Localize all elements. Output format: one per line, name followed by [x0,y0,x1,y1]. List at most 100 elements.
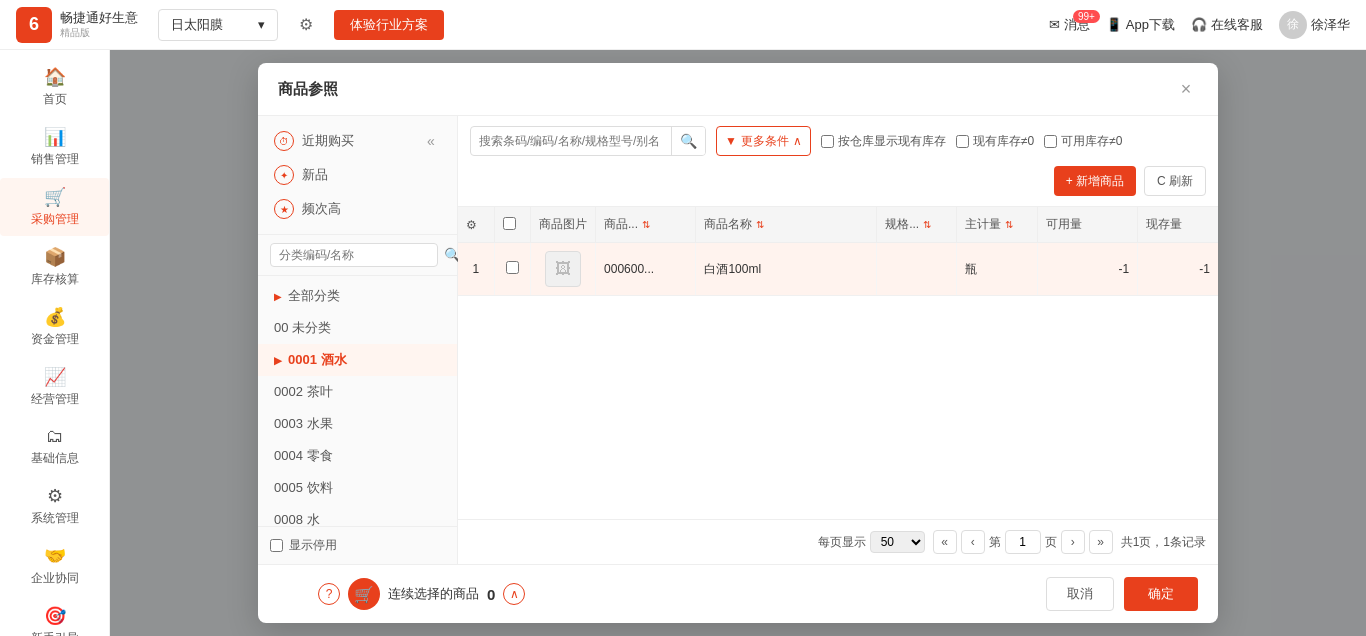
toolbar-right: + 新增商品 C 刷新 [1054,166,1206,196]
quick-item-new-label: 新品 [302,166,328,184]
logo-text: 畅捷通好生意 精品版 [60,10,138,40]
sidebar-item-inventory[interactable]: 📦 库存核算 [0,238,109,296]
collapse-icon[interactable]: « [421,131,441,151]
modal-close-button[interactable]: × [1174,77,1198,101]
th-stock-label: 现存量 [1146,216,1182,233]
category-search-input[interactable] [270,243,438,267]
modal-right-panel: 🔍 ▼ 更多条件 ∧ 按仓库显示现有库存 [458,116,1218,564]
sidebar-item-enterprise-label: 企业协同 [31,570,79,587]
product-search-button[interactable]: 🔍 [671,127,705,155]
footer-buttons: 取消 确定 [1046,577,1198,611]
cancel-button[interactable]: 取消 [1046,577,1114,611]
category-item-all[interactable]: ▶ 全部分类 [258,280,457,312]
row-available: -1 [1037,243,1137,296]
next-page-button[interactable]: › [1061,530,1085,554]
quick-item-new[interactable]: ✦ 新品 [258,158,457,192]
table-scroll-container: ⚙ 商品图片 [458,207,1218,519]
column-settings-icon[interactable]: ⚙ [466,218,477,232]
available-stock-checkbox[interactable] [1044,135,1057,148]
quick-item-frequent[interactable]: ★ 频次高 [258,192,457,226]
settings-icon[interactable]: ⚙ [290,9,322,41]
per-page-dropdown[interactable]: 50 20 100 [870,531,925,553]
quick-item-recent[interactable]: ⏱ 近期购买 « [258,124,457,158]
table-body: 1 🖼 000600... [458,243,1218,296]
sidebar-item-basics[interactable]: 🗂 基础信息 [0,418,109,475]
sidebar-item-operations[interactable]: 📈 经营管理 [0,358,109,416]
filter-button[interactable]: ▼ 更多条件 ∧ [716,126,811,156]
product-reference-modal: 商品参照 × ⏱ 近期购买 « ✦ [258,63,1218,623]
page-nav: « ‹ 第 页 › » [933,530,1113,554]
avatar: 徐 [1279,11,1307,39]
pagination-summary: 共1页，1条记录 [1121,534,1206,551]
category-item-0004[interactable]: 0004 零食 [258,440,457,472]
home-icon: 🏠 [44,66,66,88]
category-item-00-label: 00 未分类 [274,319,331,337]
category-item-0004-label: 0004 零食 [274,447,333,465]
app-download-item[interactable]: 📱 App下载 [1106,16,1175,34]
user-area[interactable]: 徐 徐泽华 [1279,11,1350,39]
page-number-input[interactable] [1005,530,1041,554]
filter-icon: ▼ [725,134,737,148]
sidebar-item-enterprise[interactable]: 🤝 企业协同 [0,537,109,595]
per-page-label: 每页显示 [818,534,866,551]
category-item-0002[interactable]: 0002 茶叶 [258,376,457,408]
row-checkbox[interactable] [506,261,519,274]
table-row[interactable]: 1 🖼 000600... [458,243,1218,296]
pagination-area: 每页显示 50 20 100 « ‹ 第 [458,519,1218,564]
sidebar-item-home[interactable]: 🏠 首页 [0,58,109,116]
sort-spec-icon[interactable]: ⇅ [923,219,931,230]
company-dropdown[interactable]: 日太阳膜 ▾ [158,9,278,41]
refresh-button[interactable]: C 刷新 [1144,166,1206,196]
cart-icon[interactable]: 🛒 [348,578,380,610]
category-item-0001[interactable]: ▶ 0001 酒水 [258,344,457,376]
help-icon[interactable]: ? [318,583,340,605]
select-all-checkbox[interactable] [503,217,516,230]
sidebar-item-system-label: 系统管理 [31,510,79,527]
product-image: 🖼 [545,251,581,287]
warehouse-stock-checkbox[interactable] [821,135,834,148]
messages-item[interactable]: ✉ 消息 99+ [1049,16,1090,34]
sidebar-item-system[interactable]: ⚙ 系统管理 [0,477,109,535]
product-search-input[interactable] [471,134,671,148]
sidebar-item-guide[interactable]: 🎯 新手引导 [0,597,109,636]
collapse-arrow-icon[interactable]: ∧ [503,583,525,605]
th-unit-label: 主计量 [965,216,1001,233]
category-item-00[interactable]: 00 未分类 [258,312,457,344]
add-product-button[interactable]: + 新增商品 [1054,166,1136,196]
frequent-icon: ★ [274,199,294,219]
filter-chevron-icon: ∧ [793,134,802,148]
row-index: 1 [458,243,494,296]
online-service-item[interactable]: 🎧 在线客服 [1191,16,1263,34]
category-item-0005[interactable]: 0005 饮料 [258,472,457,504]
last-page-button[interactable]: » [1089,530,1113,554]
cart-count: 0 [487,586,495,603]
category-list: ▶ 全部分类 00 未分类 ▶ 0001 酒水 0002 茶 [258,276,457,526]
category-item-0003[interactable]: 0003 水果 [258,408,457,440]
top-nav: 6 畅捷通好生意 精品版 日太阳膜 ▾ ⚙ 体验行业方案 ✉ 消息 99+ 📱 … [0,0,1366,50]
sidebar-item-sales[interactable]: 📊 销售管理 [0,118,109,176]
th-stock: 现存量 [1138,207,1218,243]
product-table: ⚙ 商品图片 [458,207,1218,296]
prev-page-button[interactable]: ‹ [961,530,985,554]
app-download-label: App下载 [1126,16,1175,34]
sidebar-item-finance[interactable]: 💰 资金管理 [0,298,109,356]
message-icon: ✉ [1049,17,1060,32]
sidebar-item-sales-label: 销售管理 [31,151,79,168]
sort-name-icon[interactable]: ⇅ [756,219,764,230]
logo-area: 6 畅捷通好生意 精品版 [16,7,138,43]
sort-code-icon[interactable]: ⇅ [642,219,650,230]
first-page-button[interactable]: « [933,530,957,554]
confirm-button[interactable]: 确定 [1124,577,1198,611]
sort-unit-icon[interactable]: ⇅ [1005,219,1013,230]
category-item-0008[interactable]: 0008 水 [258,504,457,526]
logo-icon: 6 [16,7,52,43]
try-button[interactable]: 体验行业方案 [334,10,444,40]
row-image-cell: 🖼 [530,243,595,296]
show-disabled-label: 显示停用 [289,537,337,554]
sidebar-item-purchase[interactable]: 🛒 采购管理 [0,178,109,236]
online-service-label: 在线客服 [1211,16,1263,34]
th-name-label: 商品名称 [704,216,752,233]
current-stock-checkbox[interactable] [956,135,969,148]
modal-title: 商品参照 [278,80,338,99]
show-disabled-checkbox[interactable] [270,539,283,552]
